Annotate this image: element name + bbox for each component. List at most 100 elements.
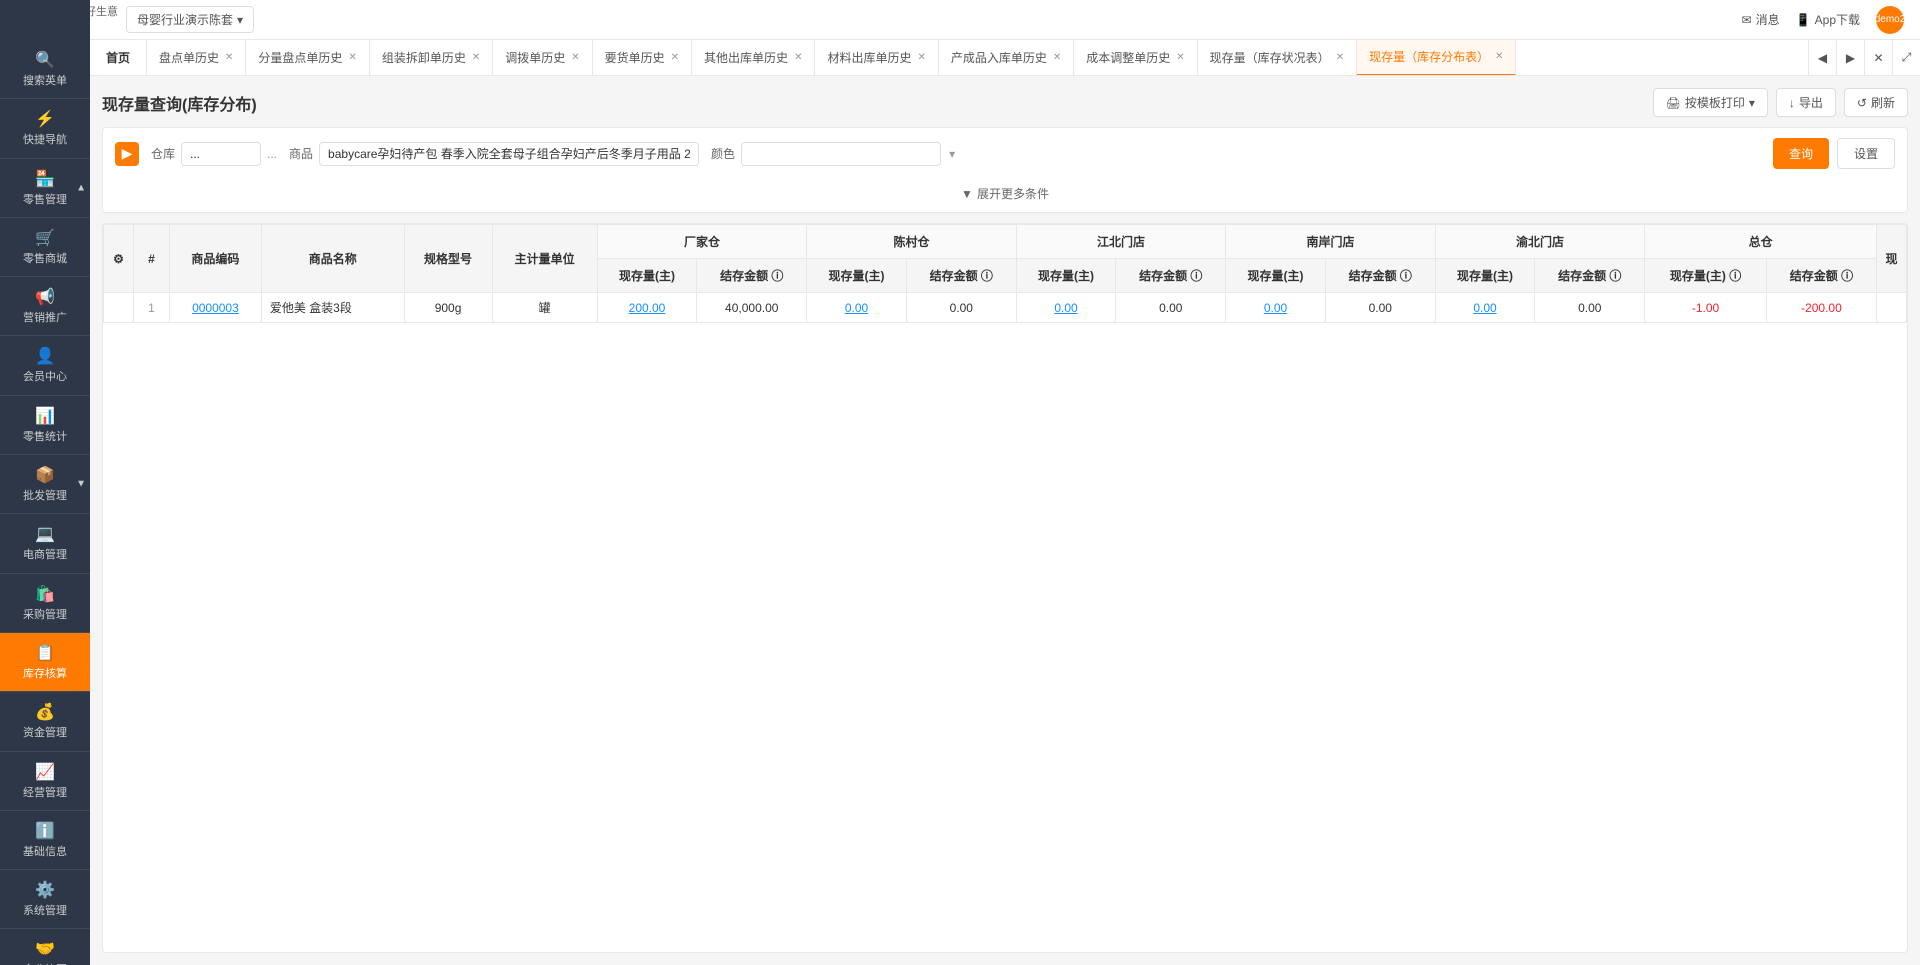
sidebar-item-wholesale[interactable]: 📦 批发管理 ▼ xyxy=(0,455,90,514)
expand-more-button[interactable]: ▼ 展开更多条件 xyxy=(961,185,1049,202)
warehouse-input[interactable] xyxy=(181,142,261,166)
color-input[interactable] xyxy=(741,142,941,166)
col-more: 现 xyxy=(1877,225,1907,293)
message-button[interactable]: ✉ 消息 xyxy=(1742,11,1780,28)
settings-button[interactable]: 设置 xyxy=(1837,138,1895,169)
nav-expand-button[interactable]: ⤢ xyxy=(1892,40,1920,76)
close-tab-icon[interactable]: ✕ xyxy=(1495,51,1503,62)
export-icon: ↓ xyxy=(1789,96,1795,110)
sidebar-item-label: 采购管理 xyxy=(23,608,67,622)
close-tab-icon[interactable]: ✕ xyxy=(1336,52,1344,63)
expand-arrow-icon: ▲ xyxy=(76,182,86,193)
sidebar-item-purchase[interactable]: 🛍️ 采购管理 xyxy=(0,574,90,633)
goods-input[interactable] xyxy=(319,142,699,166)
sidebar: 🔍 搜索英单 ⚡ 快捷导航 🏪 零售管理 ▲ 🛒 零售商城 📢 营销推广 👤 会… xyxy=(0,0,90,965)
sidebar-item-collab[interactable]: 🤝 企业协同 xyxy=(0,929,90,965)
sidebar-item-nav[interactable]: ⚡ 快捷导航 xyxy=(0,99,90,158)
tab-cost-adjust[interactable]: 成本调整单历史 ✕ xyxy=(1074,40,1197,76)
tab-requisition[interactable]: 要货单历史 ✕ xyxy=(593,40,692,76)
message-icon: ✉ xyxy=(1742,13,1752,27)
sidebar-item-label: 零售商城 xyxy=(23,252,67,266)
col-chenmu-qty: 现存量(主) xyxy=(807,259,906,293)
col-settings[interactable]: ⚙ xyxy=(104,225,134,293)
tab-other-outbound[interactable]: 其他出库单历史 ✕ xyxy=(692,40,815,76)
cell-nanan-qty: 0.00 xyxy=(1226,293,1325,323)
close-tab-icon[interactable]: ✕ xyxy=(225,52,233,63)
cell-settings[interactable] xyxy=(104,293,134,323)
table-scroll[interactable]: ⚙ # 商品编码 商品名称 规格型号 主计量单位 厂家仓 陈村仓 江北门店 南岸… xyxy=(103,224,1907,952)
sidebar-item-system[interactable]: ⚙️ 系统管理 xyxy=(0,870,90,929)
close-tab-icon[interactable]: ✕ xyxy=(794,52,802,63)
sidebar-item-business[interactable]: 📈 经营管理 xyxy=(0,752,90,811)
sidebar-item-finance[interactable]: 💰 资金管理 xyxy=(0,692,90,751)
page-title: 现存量查询(库存分布) xyxy=(102,91,257,115)
tab-home[interactable]: 首页 xyxy=(90,40,147,76)
top-bar: 好生意 畅捷通好生意 标准版 母婴行业演示陈套 ▾ ✉ 消息 📱 App下载 d… xyxy=(0,0,1920,40)
inventory-icon: 📋 xyxy=(35,643,55,663)
cell-jiangbei-amt: 0.00 xyxy=(1116,293,1226,323)
col-nanan-qty: 现存量(主) xyxy=(1226,259,1325,293)
cell-code: 0000003 xyxy=(170,293,262,323)
sidebar-item-label: 经营管理 xyxy=(23,786,67,800)
close-tab-icon[interactable]: ✕ xyxy=(571,52,579,63)
tab-stock-distribution[interactable]: 现存量（库存分布表） ✕ xyxy=(1357,40,1516,76)
tab-partial-stocktake[interactable]: 分量盘点单历史 ✕ xyxy=(246,40,369,76)
sidebar-item-label: 批发管理 xyxy=(23,489,67,503)
nav-close-all-button[interactable]: ✕ xyxy=(1864,40,1892,76)
warehouse-dots: ... xyxy=(267,147,277,161)
avatar[interactable]: demo2 xyxy=(1876,6,1904,34)
sidebar-item-retail-stats[interactable]: 📊 零售统计 xyxy=(0,396,90,455)
close-tab-icon[interactable]: ✕ xyxy=(917,52,925,63)
print-button[interactable]: 🖨 按模板打印 ▾ xyxy=(1653,88,1768,117)
search-icon: 🔍 xyxy=(35,50,55,70)
goods-label: 商品 xyxy=(289,145,313,162)
sidebar-item-label: 营销推广 xyxy=(23,311,67,325)
tab-transfer[interactable]: 调拨单历史 ✕ xyxy=(493,40,592,76)
close-tab-icon[interactable]: ✕ xyxy=(671,52,679,63)
close-tab-icon[interactable]: ✕ xyxy=(348,52,356,63)
close-tab-icon[interactable]: ✕ xyxy=(1176,52,1184,63)
wholesale-icon: 📦 xyxy=(35,465,55,485)
close-tab-icon[interactable]: ✕ xyxy=(1053,52,1061,63)
sidebar-item-member[interactable]: 👤 会员中心 xyxy=(0,336,90,395)
cell-nanan-amt: 0.00 xyxy=(1325,293,1435,323)
sidebar-item-search[interactable]: 🔍 搜索英单 xyxy=(0,40,90,99)
color-label: 颜色 xyxy=(711,145,735,162)
col-group-jiangbei: 江北门店 xyxy=(1016,225,1226,259)
export-button[interactable]: ↓ 导出 xyxy=(1776,88,1836,117)
app-download-button[interactable]: 📱 App下载 xyxy=(1796,11,1860,28)
page-actions: 🖨 按模板打印 ▾ ↓ 导出 ↺ 刷新 xyxy=(1653,88,1908,117)
sidebar-item-marketing[interactable]: 📢 营销推广 xyxy=(0,277,90,336)
cell-unit: 罐 xyxy=(492,293,597,323)
query-button[interactable]: 查询 xyxy=(1773,138,1829,169)
col-nanan-amt: 结存金额 ⓘ xyxy=(1325,259,1435,293)
tab-product-inbound[interactable]: 产成品入库单历史 ✕ xyxy=(939,40,1074,76)
store-selector[interactable]: 母婴行业演示陈套 ▾ xyxy=(126,6,254,33)
col-yuebei-amt: 结存金额 ⓘ xyxy=(1535,259,1645,293)
inventory-table: ⚙ # 商品编码 商品名称 规格型号 主计量单位 厂家仓 陈村仓 江北门店 南岸… xyxy=(103,224,1907,323)
tab-material-outbound[interactable]: 材料出库单历史 ✕ xyxy=(815,40,938,76)
close-tab-icon[interactable]: ✕ xyxy=(472,52,480,63)
sidebar-item-mall[interactable]: 🛒 零售商城 xyxy=(0,218,90,277)
expand-conditions-area: ▼ 展开更多条件 xyxy=(115,185,1895,202)
col-jiangbei-amt: 结存金额 ⓘ xyxy=(1116,259,1226,293)
sidebar-item-retail-mgmt[interactable]: 🏪 零售管理 ▲ xyxy=(0,159,90,218)
cell-yuebei-qty: 0.00 xyxy=(1435,293,1534,323)
tab-stock-status[interactable]: 现存量（库存状况表） ✕ xyxy=(1198,40,1357,76)
nav-next-button[interactable]: ▶ xyxy=(1836,40,1864,76)
refresh-button[interactable]: ↺ 刷新 xyxy=(1844,88,1908,117)
search-toggle-button[interactable]: ▶ xyxy=(115,142,139,166)
print-icon: 🖨 xyxy=(1666,96,1681,110)
sidebar-item-inventory[interactable]: 📋 库存核算 xyxy=(0,633,90,692)
cell-name: 爱他美 盒装3段 xyxy=(261,293,404,323)
sidebar-item-label: 系统管理 xyxy=(23,904,67,918)
sidebar-item-ecommerce[interactable]: 💻 电商管理 xyxy=(0,514,90,573)
warehouse-field: 仓库 ... xyxy=(151,142,277,166)
cell-yuebei-amt: 0.00 xyxy=(1535,293,1645,323)
nav-prev-button[interactable]: ◀ xyxy=(1808,40,1836,76)
tab-stocktake-history[interactable]: 盘点单历史 ✕ xyxy=(147,40,246,76)
chevron-down-icon: ▾ xyxy=(237,13,243,27)
sidebar-item-basic-info[interactable]: ℹ️ 基础信息 xyxy=(0,811,90,870)
tab-assembly[interactable]: 组装拆卸单历史 ✕ xyxy=(370,40,493,76)
col-chenmu-amt: 结存金额 ⓘ xyxy=(906,259,1016,293)
